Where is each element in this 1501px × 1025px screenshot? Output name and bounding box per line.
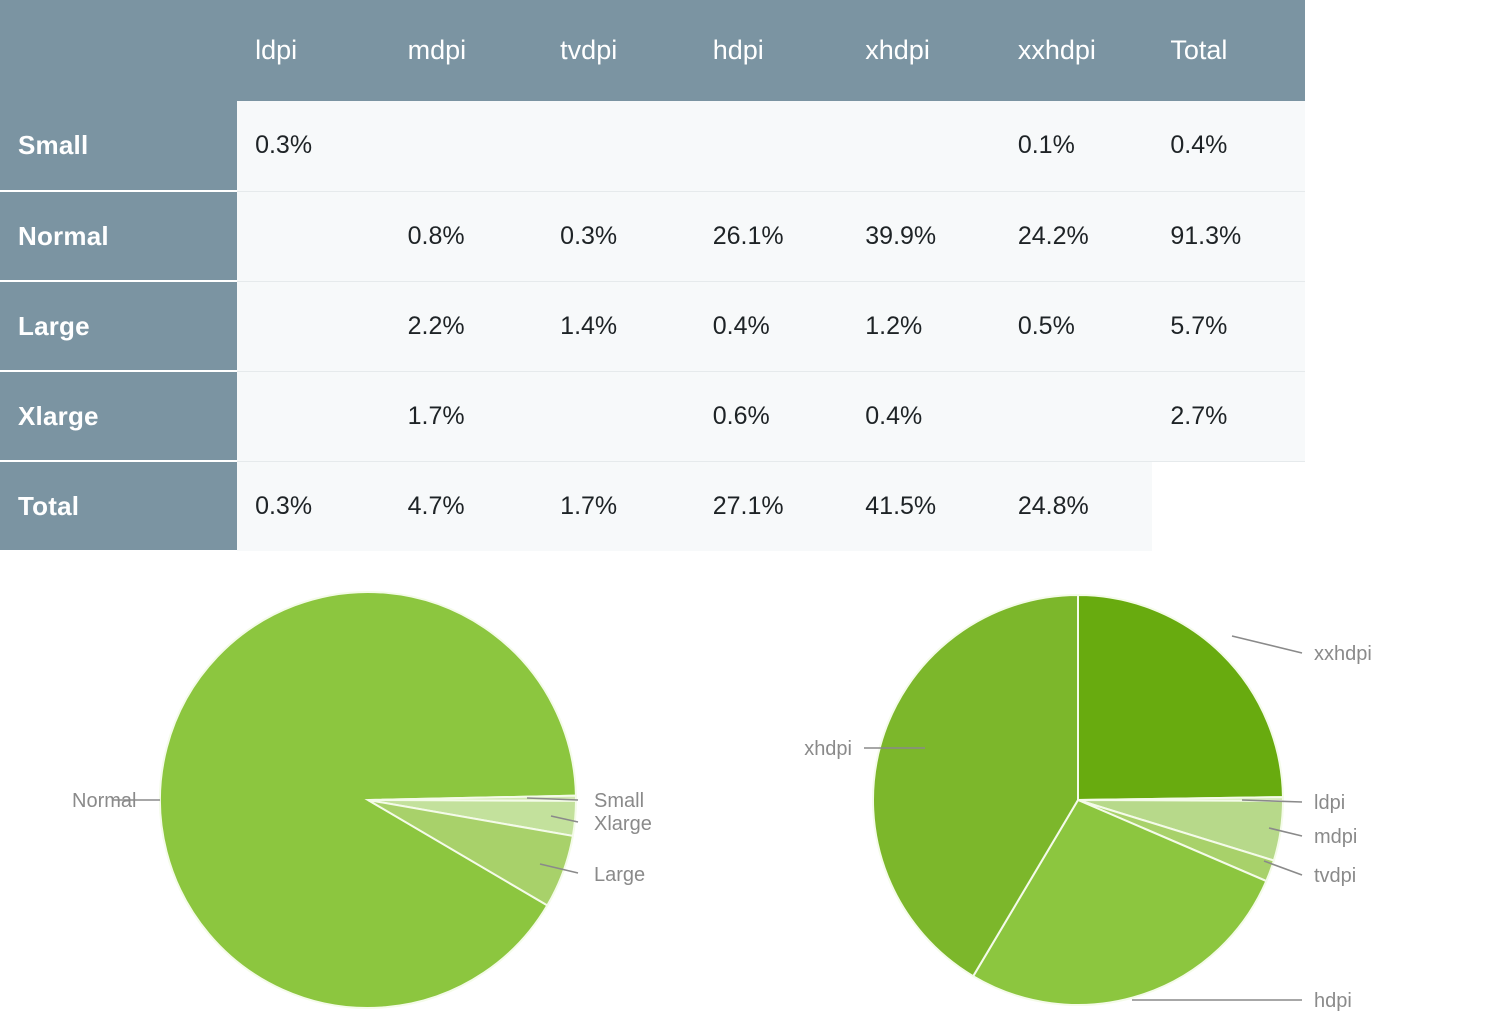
table-row-normal: Normal 0.8% 0.3% 26.1% 39.9% 24.2% 91.3% (0, 191, 1305, 282)
screen-density-pie-slices (872, 593, 1285, 1006)
column-header-tvdpi[interactable]: tvdpi (542, 0, 695, 101)
table-header-row: ldpi mdpi tvdpi hdpi xhdpi xxhdpi Total (0, 0, 1305, 101)
column-header-xhdpi[interactable]: xhdpi (847, 0, 1000, 101)
screen-size-pie-slices (159, 591, 578, 1009)
cell-xlarge-tvdpi (542, 371, 695, 462)
row-header-xlarge[interactable]: Xlarge (0, 371, 238, 462)
cell-total-ldpi: 0.3% (237, 461, 390, 551)
cell-small-xhdpi (847, 101, 1000, 192)
cell-small-mdpi (389, 101, 543, 192)
pie-label-mdpi: mdpi (1314, 826, 1357, 848)
cell-xlarge-xhdpi: 0.4% (847, 371, 1000, 462)
cell-small-total: 0.4% (1152, 101, 1305, 192)
pie-label-xlarge: Xlarge (594, 813, 652, 835)
cell-normal-total: 91.3% (1152, 191, 1305, 282)
row-header-large[interactable]: Large (0, 281, 238, 372)
table-row-total: Total 0.3% 4.7% 1.7% 27.1% 41.5% 24.8% (0, 461, 1305, 552)
column-header-mdpi[interactable]: mdpi (389, 0, 543, 101)
cell-total-tvdpi: 1.7% (542, 461, 695, 551)
table-body: Small 0.3% 0.1% 0.4% Normal 0.8% 0.3% 26… (0, 101, 1305, 552)
screen-density-pie-chart: xxhdpi xhdpi ldpi mdpi tvdpi hdpi (804, 593, 1372, 1012)
cell-large-xhdpi: 1.2% (847, 281, 1000, 372)
pie-label-small: Small (594, 790, 644, 812)
column-header-ldpi[interactable]: ldpi (237, 0, 390, 101)
cell-total-total (1152, 461, 1305, 551)
cell-small-xxhdpi: 0.1% (999, 101, 1153, 192)
cell-xlarge-hdpi: 0.6% (694, 371, 848, 462)
cell-normal-xxhdpi: 24.2% (999, 191, 1153, 282)
cell-small-ldpi: 0.3% (237, 101, 390, 192)
cell-normal-xhdpi: 39.9% (847, 191, 1000, 282)
cell-small-hdpi (694, 101, 848, 192)
cell-xlarge-mdpi: 1.7% (389, 371, 543, 462)
distribution-table: ldpi mdpi tvdpi hdpi xhdpi xxhdpi Total … (0, 0, 1305, 552)
row-header-normal[interactable]: Normal (0, 191, 238, 282)
table-row-small: Small 0.3% 0.1% 0.4% (0, 101, 1305, 192)
row-header-total[interactable]: Total (0, 461, 238, 552)
pie-label-large: Large (594, 864, 645, 886)
leader-line-xxhdpi (1231, 635, 1303, 654)
table-corner-cell (0, 0, 238, 101)
pie-label-ldpi: ldpi (1314, 792, 1345, 814)
cell-large-mdpi: 2.2% (389, 281, 543, 372)
cell-large-ldpi (237, 281, 390, 372)
cell-total-mdpi: 4.7% (389, 461, 543, 551)
cell-total-xhdpi: 41.5% (847, 461, 1000, 551)
cell-normal-tvdpi: 0.3% (542, 191, 695, 282)
pie-label-xxhdpi: xxhdpi (1314, 643, 1372, 665)
cell-total-hdpi: 27.1% (694, 461, 848, 551)
pie-label-normal: Normal (72, 790, 136, 812)
row-header-small[interactable]: Small (0, 101, 238, 192)
cell-large-hdpi: 0.4% (694, 281, 848, 372)
cell-normal-mdpi: 0.8% (389, 191, 543, 282)
cell-xlarge-xxhdpi (999, 371, 1153, 462)
pie-label-tvdpi: tvdpi (1314, 865, 1356, 887)
cell-normal-hdpi: 26.1% (694, 191, 848, 282)
table-head: ldpi mdpi tvdpi hdpi xhdpi xxhdpi Total (0, 0, 1305, 101)
screen-size-pie-chart: Normal Small Xlarge Large (72, 591, 652, 1009)
cell-large-xxhdpi: 0.5% (999, 281, 1153, 372)
cell-large-total: 5.7% (1152, 281, 1305, 372)
column-header-hdpi[interactable]: hdpi (694, 0, 848, 101)
column-header-xxhdpi[interactable]: xxhdpi (999, 0, 1153, 101)
pie-slice-xxhdpi[interactable] (1077, 593, 1284, 802)
cell-xlarge-ldpi (237, 371, 390, 462)
pie-label-hdpi: hdpi (1314, 990, 1352, 1012)
cell-large-tvdpi: 1.4% (542, 281, 695, 372)
charts-region: Normal Small Xlarge Large xxhdpi xhdpi l… (0, 548, 1501, 1025)
cell-normal-ldpi (237, 191, 390, 282)
table-row-xlarge: Xlarge 1.7% 0.6% 0.4% 2.7% (0, 371, 1305, 462)
column-header-total[interactable]: Total (1152, 0, 1305, 101)
cell-small-tvdpi (542, 101, 695, 192)
cell-total-xxhdpi: 24.8% (999, 461, 1153, 551)
cell-xlarge-total: 2.7% (1152, 371, 1305, 462)
table-row-large: Large 2.2% 1.4% 0.4% 1.2% 0.5% 5.7% (0, 281, 1305, 372)
pie-label-xhdpi: xhdpi (804, 738, 852, 760)
distribution-table-container: ldpi mdpi tvdpi hdpi xhdpi xxhdpi Total … (0, 0, 1305, 552)
